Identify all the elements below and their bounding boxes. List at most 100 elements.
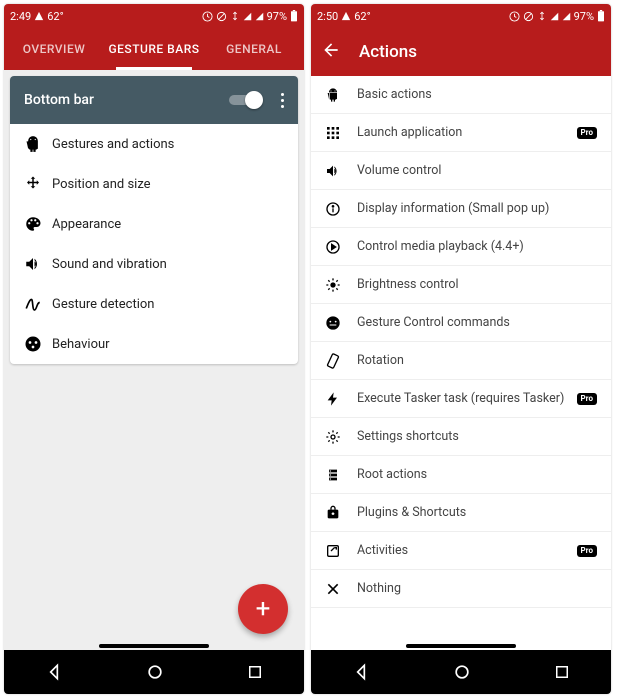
face-icon xyxy=(325,315,357,331)
row-label: Gesture Control commands xyxy=(357,315,597,330)
card-header: Bottom bar xyxy=(10,76,298,124)
palette-icon xyxy=(24,215,52,233)
behaviour-icon xyxy=(24,335,52,353)
row-label: Root actions xyxy=(357,467,597,482)
item-gestures[interactable]: Gestures and actions xyxy=(10,124,298,164)
root-icon xyxy=(325,467,357,483)
status-time: 2:49 xyxy=(10,10,31,23)
tab-overview[interactable]: OVERVIEW xyxy=(4,28,104,70)
item-position[interactable]: Position and size xyxy=(10,164,298,204)
settings-icon xyxy=(325,429,357,445)
status-temp: 62° xyxy=(47,10,63,23)
row-root[interactable]: Root actions xyxy=(311,456,611,494)
row-settings-shortcuts[interactable]: Settings shortcuts xyxy=(311,418,611,456)
nav-bar xyxy=(4,650,304,694)
close-icon xyxy=(325,581,357,597)
bottom-bar-card: Bottom bar Gestures and actions Positi xyxy=(10,76,298,364)
plugins-icon xyxy=(325,505,357,521)
row-label: Launch application xyxy=(357,125,577,140)
card-title: Bottom bar xyxy=(24,92,229,108)
row-rotation[interactable]: Rotation xyxy=(311,342,611,380)
activities-icon xyxy=(325,543,357,559)
row-label: Basic actions xyxy=(357,87,597,102)
play-circle-icon xyxy=(325,239,357,255)
row-display-info[interactable]: Display information (Small pop up) xyxy=(311,190,611,228)
item-label: Gestures and actions xyxy=(52,137,284,152)
status-bar: 2:49 62° 97% xyxy=(4,4,304,28)
row-label: Activities xyxy=(357,543,577,558)
nav-recent[interactable] xyxy=(246,663,264,681)
row-label: Execute Tasker task (requires Tasker) xyxy=(357,391,577,406)
android-icon xyxy=(24,135,52,153)
row-label: Plugins & Shortcuts xyxy=(357,505,597,520)
row-brightness[interactable]: Brightness control xyxy=(311,266,611,304)
row-media[interactable]: Control media playback (4.4+) xyxy=(311,228,611,266)
nav-back[interactable] xyxy=(44,662,64,682)
status-temp: 62° xyxy=(354,10,370,23)
row-gesture-commands[interactable]: Gesture Control commands xyxy=(311,304,611,342)
nav-home[interactable] xyxy=(452,662,472,682)
fab-add[interactable]: + xyxy=(238,584,288,634)
row-label: Display information (Small pop up) xyxy=(357,201,597,216)
row-label: Control media playback (4.4+) xyxy=(357,239,597,254)
actions-list: Basic actions Launch application Pro Vol… xyxy=(311,76,611,650)
page-title: Actions xyxy=(359,42,417,62)
row-plugins[interactable]: Plugins & Shortcuts xyxy=(311,494,611,532)
phone-left: 2:49 62° 97% OVERVIEW GESTURE BARS GENER… xyxy=(4,4,304,694)
gesture-pill xyxy=(99,644,209,648)
row-activities[interactable]: Activities Pro xyxy=(311,532,611,570)
content-area: Bottom bar Gestures and actions Positi xyxy=(4,70,304,650)
tab-general[interactable]: GENERAL xyxy=(204,28,304,70)
row-basic-actions[interactable]: Basic actions xyxy=(311,76,611,114)
info-icon xyxy=(325,201,357,217)
row-nothing[interactable]: Nothing xyxy=(311,570,611,608)
row-label: Volume control xyxy=(357,163,597,178)
gesture-pill xyxy=(406,644,516,648)
move-icon xyxy=(24,175,52,193)
app-bar: Actions xyxy=(311,28,611,76)
nav-back[interactable] xyxy=(351,662,371,682)
item-label: Gesture detection xyxy=(52,297,284,312)
item-appearance[interactable]: Appearance xyxy=(10,204,298,244)
item-gesture-detection[interactable]: Gesture detection xyxy=(10,284,298,324)
row-label: Settings shortcuts xyxy=(357,429,597,444)
pro-badge: Pro xyxy=(577,393,597,405)
row-label: Nothing xyxy=(357,581,597,596)
pro-badge: Pro xyxy=(577,545,597,557)
gesture-icon xyxy=(24,295,52,313)
item-label: Appearance xyxy=(52,217,284,232)
more-options-icon[interactable] xyxy=(277,89,288,112)
tabs: OVERVIEW GESTURE BARS GENERAL xyxy=(4,28,304,70)
volume-icon xyxy=(325,163,357,179)
pro-badge: Pro xyxy=(577,127,597,139)
android-icon xyxy=(325,87,357,103)
row-tasker[interactable]: Execute Tasker task (requires Tasker) Pr… xyxy=(311,380,611,418)
item-label: Behaviour xyxy=(52,337,284,352)
row-label: Brightness control xyxy=(357,277,597,292)
status-time: 2:50 xyxy=(317,10,338,23)
bottom-bar-toggle[interactable] xyxy=(229,91,263,109)
item-label: Sound and vibration xyxy=(52,257,284,272)
brightness-icon xyxy=(325,277,357,293)
status-bar: 2:50 62° 97% xyxy=(311,4,611,28)
nav-home[interactable] xyxy=(145,662,165,682)
status-battery: 97% xyxy=(574,10,594,23)
item-behaviour[interactable]: Behaviour xyxy=(10,324,298,364)
tasker-icon xyxy=(325,391,357,407)
status-battery: 97% xyxy=(267,10,287,23)
item-label: Position and size xyxy=(52,177,284,192)
row-label: Rotation xyxy=(357,353,597,368)
tab-gesture-bars[interactable]: GESTURE BARS xyxy=(104,28,204,70)
nav-bar xyxy=(311,650,611,694)
item-sound[interactable]: Sound and vibration xyxy=(10,244,298,284)
plus-icon: + xyxy=(256,594,271,624)
phone-right: 2:50 62° 97% Actions Basic actions Launc… xyxy=(311,4,611,694)
apps-icon xyxy=(325,125,357,141)
back-icon[interactable] xyxy=(321,40,341,64)
nav-recent[interactable] xyxy=(553,663,571,681)
row-launch-app[interactable]: Launch application Pro xyxy=(311,114,611,152)
app-bar: OVERVIEW GESTURE BARS GENERAL xyxy=(4,28,304,70)
row-volume[interactable]: Volume control xyxy=(311,152,611,190)
rotation-icon xyxy=(325,353,357,369)
volume-icon xyxy=(24,255,52,273)
